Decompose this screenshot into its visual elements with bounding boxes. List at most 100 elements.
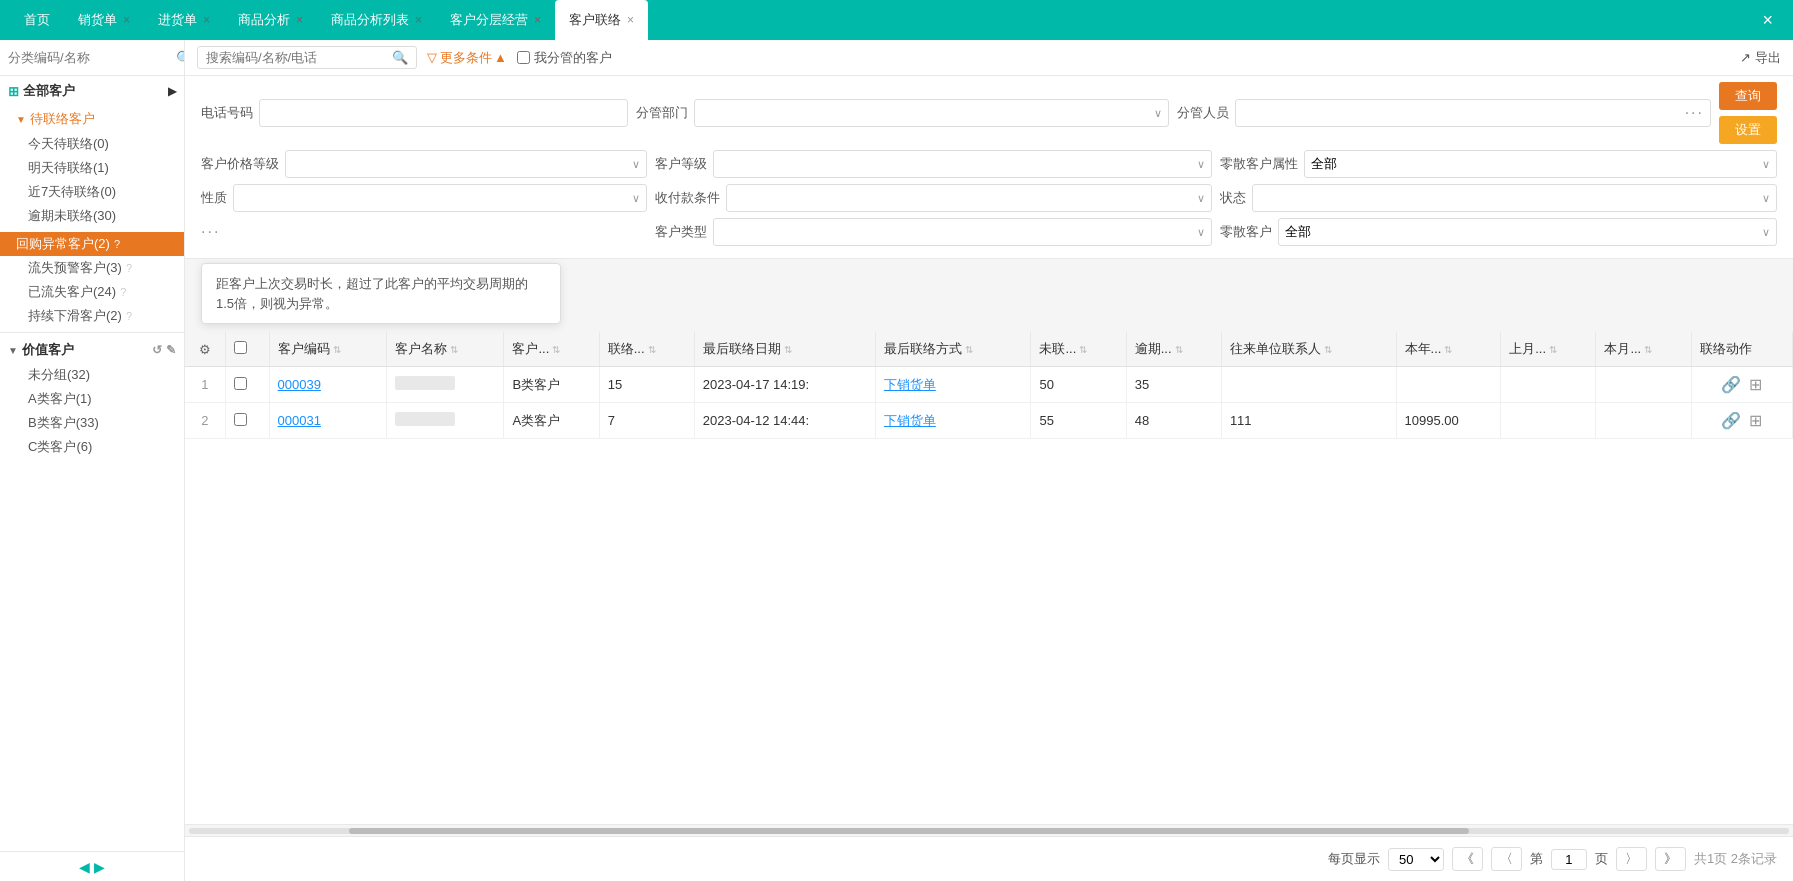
sidebar-item-loss-warning[interactable]: 流失预警客户(3) ?	[0, 256, 184, 280]
horizontal-scrollbar[interactable]	[185, 824, 1793, 836]
sidebar-arrow-icon[interactable]: ◀ ▶	[79, 859, 105, 875]
gender-select[interactable]: ∨	[233, 184, 647, 212]
retail-customer-label: 零散客户	[1220, 223, 1272, 241]
code-sort-icon[interactable]: ⇅	[333, 344, 341, 355]
nav-purchase-close[interactable]: ×	[203, 13, 210, 27]
table-settings-icon[interactable]: ⚙	[199, 342, 211, 357]
next-page-button[interactable]: 〉	[1616, 847, 1647, 871]
overdue-sort-icon[interactable]: ⇅	[1175, 344, 1183, 355]
more-filter-dots[interactable]: ···	[201, 223, 220, 241]
nav-product-analysis[interactable]: 商品分析 ×	[224, 0, 317, 40]
sidebar-item-class-c[interactable]: C类客户(6)	[0, 435, 184, 459]
row-check-1	[225, 367, 269, 403]
edit-icon[interactable]: ✎	[166, 343, 176, 357]
row-type-1: B类客户	[504, 367, 599, 403]
row-grid-icon-2[interactable]: ⊞	[1749, 411, 1762, 430]
sidebar-item-today[interactable]: 今天待联络(0)	[0, 132, 184, 156]
row-code-1[interactable]: 000039	[269, 367, 386, 403]
retail-attr-select[interactable]: 全部 ∨	[1304, 150, 1777, 178]
more-conditions-button[interactable]: ▽ 更多条件 ▲	[427, 49, 507, 67]
last-month-sort-icon[interactable]: ⇅	[1549, 344, 1557, 355]
scroll-thumb[interactable]	[349, 828, 1469, 834]
loss-warning-icon[interactable]: ?	[126, 262, 132, 274]
row-last-method-2[interactable]: 下销货单	[875, 403, 1031, 439]
nav-home[interactable]: 首页	[10, 0, 64, 40]
row-code-2[interactable]: 000031	[269, 403, 386, 439]
declining-icon[interactable]: ?	[126, 310, 132, 322]
method-sort-icon[interactable]: ⇅	[965, 344, 973, 355]
sidebar-all-customers[interactable]: ⊞ 全部客户 ▶	[0, 76, 184, 106]
sidebar-item-tomorrow[interactable]: 明天待联络(1)	[0, 156, 184, 180]
retail-customer-select[interactable]: 全部 ∨	[1278, 218, 1777, 246]
this-month-sort-icon[interactable]: ⇅	[1644, 344, 1652, 355]
nav-product-list[interactable]: 商品分析列表 ×	[317, 0, 436, 40]
row-grid-icon-1[interactable]: ⊞	[1749, 375, 1762, 394]
abnormal-info-icon[interactable]: ?	[114, 238, 120, 250]
nav-customer-tier-close[interactable]: ×	[534, 13, 541, 27]
row-last-method-1[interactable]: 下销货单	[875, 367, 1031, 403]
date-sort-icon[interactable]: ⇅	[784, 344, 792, 355]
nav-customer-contact-close[interactable]: ×	[627, 13, 634, 27]
page-size-select[interactable]: 50 20 100	[1388, 848, 1444, 871]
row-checkbox-2[interactable]	[234, 413, 247, 426]
last-page-button[interactable]: 》	[1655, 847, 1686, 871]
value-group-title[interactable]: ▼ 价值客户 ↺ ✎	[0, 337, 184, 363]
name-sort-icon[interactable]: ⇅	[450, 344, 458, 355]
th-overdue: 逾期... ⇅	[1126, 332, 1221, 367]
nav-sales[interactable]: 销货单 ×	[64, 0, 144, 40]
pending-group-title[interactable]: ▼ 待联络客户	[0, 106, 184, 132]
th-contact-count: 联络... ⇅	[599, 332, 694, 367]
sidebar-item-unclassified[interactable]: 未分组(32)	[0, 363, 184, 387]
row-link-icon-2[interactable]: 🔗	[1721, 411, 1741, 430]
contacts-sort-icon[interactable]: ⇅	[1324, 344, 1332, 355]
setting-button[interactable]: 设置	[1719, 116, 1777, 144]
my-customers-checkbox[interactable]	[517, 51, 530, 64]
row-last-date-2: 2023-04-12 14:44:	[694, 403, 875, 439]
nav-purchase[interactable]: 进货单 ×	[144, 0, 224, 40]
not-contacted-sort-icon[interactable]: ⇅	[1079, 344, 1087, 355]
filter-row-4: ··· 客户类型 ∨ 零散客户 全部 ∨	[201, 218, 1777, 246]
th-year: 本年... ⇅	[1396, 332, 1501, 367]
dept-select[interactable]: ∨	[694, 99, 1170, 127]
lost-icon[interactable]: ?	[120, 286, 126, 298]
sidebar-item-abnormal[interactable]: 回购异常客户(2) ?	[0, 232, 184, 256]
status-select[interactable]: ∨	[1252, 184, 1777, 212]
customer-grade-select[interactable]: ∨	[713, 150, 1212, 178]
sidebar-item-7days[interactable]: 近7天待联络(0)	[0, 180, 184, 204]
sidebar-item-lost[interactable]: 已流失客户(24) ?	[0, 280, 184, 304]
year-sort-icon[interactable]: ⇅	[1444, 344, 1452, 355]
main-search-icon[interactable]: 🔍	[392, 50, 408, 65]
nav-customer-tier[interactable]: 客户分层经营 ×	[436, 0, 555, 40]
nav-product-analysis-close[interactable]: ×	[296, 13, 303, 27]
nav-product-list-close[interactable]: ×	[415, 13, 422, 27]
type-sort-icon[interactable]: ⇅	[552, 344, 560, 355]
nav-sales-close[interactable]: ×	[123, 13, 130, 27]
row-link-icon-1[interactable]: 🔗	[1721, 375, 1741, 394]
export-button[interactable]: ↗ 导出	[1740, 49, 1781, 67]
sidebar-search-input[interactable]	[8, 50, 176, 65]
phone-input[interactable]	[259, 99, 628, 127]
query-button[interactable]: 查询	[1719, 82, 1777, 110]
sidebar-item-class-b[interactable]: B类客户(33)	[0, 411, 184, 435]
sidebar-search-icon[interactable]: 🔍	[176, 50, 185, 66]
prev-page-button[interactable]: 〈	[1491, 847, 1522, 871]
sidebar-item-class-a[interactable]: A类客户(1)	[0, 387, 184, 411]
top-nav: 首页 销货单 × 进货单 × 商品分析 × 商品分析列表 × 客户分层经营 × …	[0, 0, 1793, 40]
page-number-input[interactable]	[1551, 849, 1587, 870]
row-checkbox-1[interactable]	[234, 377, 247, 390]
refresh-icon[interactable]: ↺	[152, 343, 162, 357]
window-close-button[interactable]: ×	[1752, 10, 1783, 31]
select-all-checkbox[interactable]	[234, 341, 247, 354]
manager-select[interactable]: ···	[1235, 99, 1711, 127]
customer-type-select[interactable]: ∨	[713, 218, 1212, 246]
price-grade-select[interactable]: ∨	[285, 150, 647, 178]
sidebar-item-overdue[interactable]: 逾期未联络(30)	[0, 204, 184, 228]
payment-select[interactable]: ∨	[726, 184, 1212, 212]
sidebar-item-declining[interactable]: 持续下滑客户(2) ?	[0, 304, 184, 328]
contact-sort-icon[interactable]: ⇅	[648, 344, 656, 355]
manager-dots-icon[interactable]: ···	[1685, 104, 1704, 122]
main-search-input[interactable]	[206, 50, 392, 65]
first-page-button[interactable]: 《	[1452, 847, 1483, 871]
nav-customer-contact[interactable]: 客户联络 ×	[555, 0, 648, 40]
th-code: 客户编码 ⇅	[269, 332, 386, 367]
